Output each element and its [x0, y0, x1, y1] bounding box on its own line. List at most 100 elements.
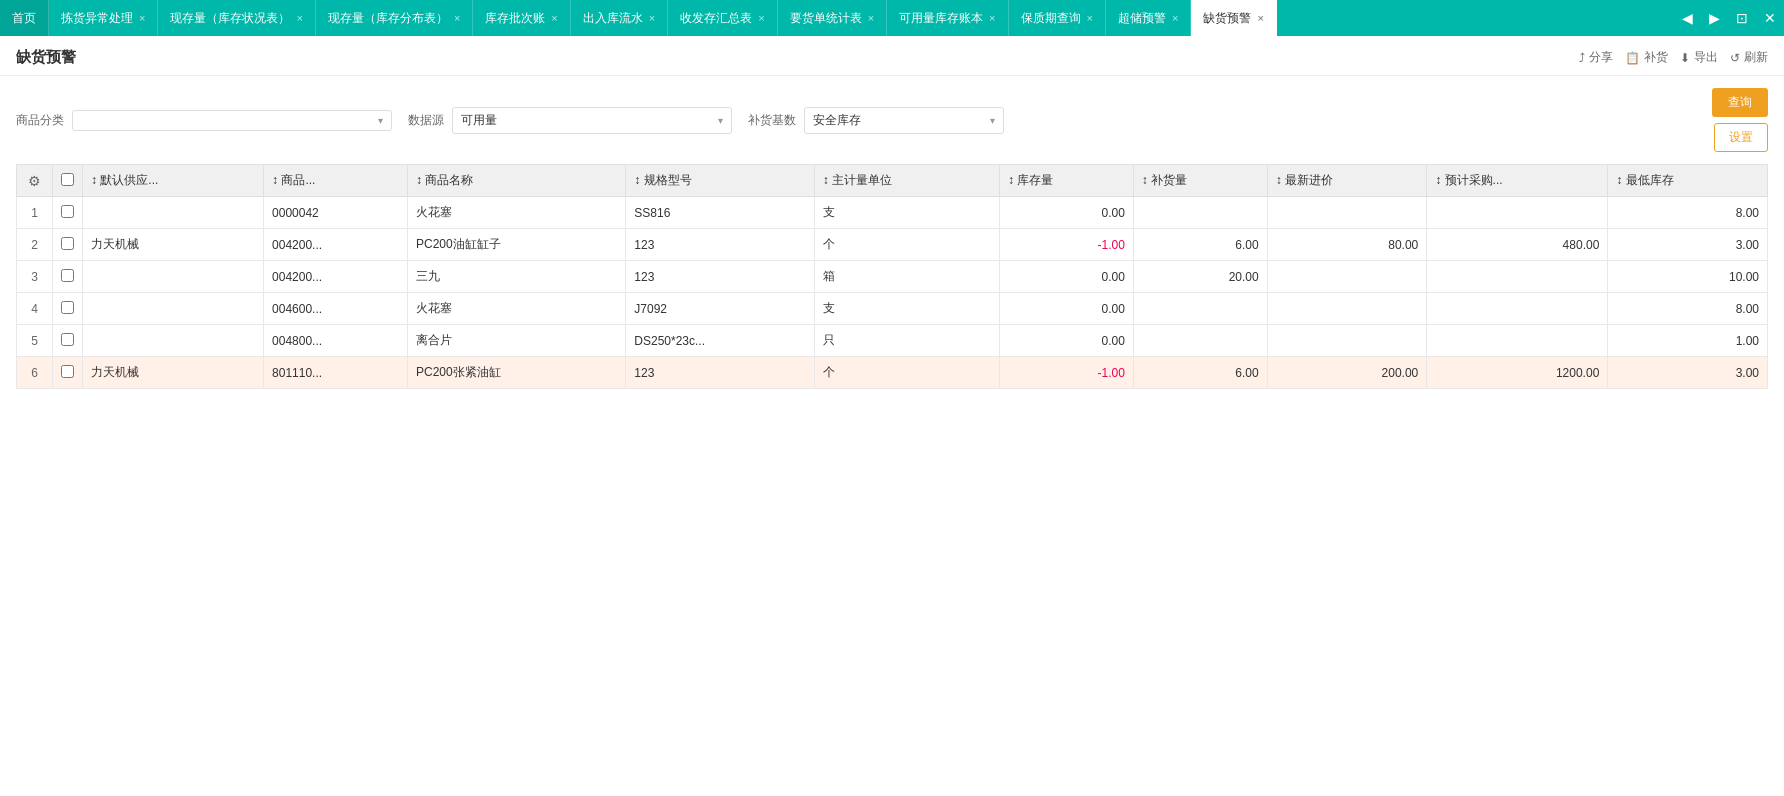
cell-stock: 0.00: [1000, 325, 1134, 357]
th-min-stock[interactable]: ↕ 最低库存: [1608, 165, 1768, 197]
cell-name: 三九: [408, 261, 626, 293]
cell-min-stock: 10.00: [1608, 261, 1768, 293]
datasource-select-value: 可用量: [461, 112, 714, 129]
close-icon[interactable]: ×: [868, 12, 874, 24]
cell-checkbox[interactable]: [53, 325, 83, 357]
tab-order-stats[interactable]: 要货单统计表 ×: [778, 0, 887, 36]
th-latest-price-label: ↕ 最新进价: [1276, 173, 1333, 187]
th-spec[interactable]: ↕ 规格型号: [626, 165, 814, 197]
settings-button[interactable]: 设置: [1714, 123, 1768, 152]
category-select[interactable]: ▾: [72, 110, 392, 131]
th-stock[interactable]: ↕ 库存量: [1000, 165, 1134, 197]
datasource-select[interactable]: 可用量 ▾: [452, 107, 732, 134]
cell-name: PC200张紧油缸: [408, 357, 626, 389]
replenish-base-select[interactable]: 安全库存 ▾: [804, 107, 1004, 134]
cell-replenish: [1133, 197, 1267, 229]
replenish-base-filter: 补货基数 安全库存 ▾: [748, 107, 1004, 134]
tab-overstock[interactable]: 超储预警 ×: [1106, 0, 1191, 36]
gear-icon[interactable]: ⚙: [28, 173, 41, 189]
th-replenish[interactable]: ↕ 补货量: [1133, 165, 1267, 197]
cell-stock: -1.00: [1000, 229, 1134, 261]
close-icon[interactable]: ×: [1172, 12, 1178, 24]
datasource-filter: 数据源 可用量 ▾: [408, 107, 732, 134]
tab-stock-status[interactable]: 现存量（库存状况表） ×: [158, 0, 315, 36]
replenish-base-label: 补货基数: [748, 112, 796, 129]
row-checkbox[interactable]: [61, 301, 74, 314]
close-icon[interactable]: ×: [296, 12, 302, 24]
th-latest-price[interactable]: ↕ 最新进价: [1267, 165, 1427, 197]
tab-pick-exception[interactable]: 拣货异常处理 ×: [49, 0, 158, 36]
cell-estimated: [1427, 293, 1608, 325]
th-unit-label: ↕ 主计量单位: [823, 173, 892, 187]
tab-home[interactable]: 首页: [0, 0, 49, 36]
replenish-button[interactable]: 📋 补货: [1625, 49, 1668, 66]
header-actions: ⤴ 分享 📋 补货 ⬇ 导出 ↺ 刷新: [1579, 49, 1768, 66]
tab-expiry-query[interactable]: 保质期查询 ×: [1009, 0, 1106, 36]
row-checkbox[interactable]: [61, 365, 74, 378]
row-checkbox[interactable]: [61, 205, 74, 218]
cell-checkbox[interactable]: [53, 261, 83, 293]
close-icon[interactable]: ×: [989, 12, 995, 24]
refresh-button[interactable]: ↺ 刷新: [1730, 49, 1768, 66]
cell-replenish: 20.00: [1133, 261, 1267, 293]
table-container: ⚙ ↕ 默认供应... ↕ 商品... ↕ 商品名称 ↕: [0, 164, 1784, 405]
cell-checkbox[interactable]: [53, 197, 83, 229]
row-checkbox[interactable]: [61, 333, 74, 346]
cell-checkbox[interactable]: [53, 229, 83, 261]
th-estimated[interactable]: ↕ 预计采购...: [1427, 165, 1608, 197]
share-button[interactable]: ⤴ 分享: [1579, 49, 1613, 66]
th-code[interactable]: ↕ 商品...: [264, 165, 408, 197]
refresh-icon: ↺: [1730, 51, 1740, 65]
close-icon[interactable]: ×: [649, 12, 655, 24]
th-name[interactable]: ↕ 商品名称: [408, 165, 626, 197]
th-gear[interactable]: ⚙: [17, 165, 53, 197]
nav-next-button[interactable]: ▶: [1701, 0, 1728, 36]
cell-unit: 只: [814, 325, 999, 357]
tab-receipt-summary-label: 收发存汇总表: [680, 10, 752, 27]
cell-latest-price: [1267, 197, 1427, 229]
th-checkbox[interactable]: [53, 165, 83, 197]
table-body: 1 0000042 火花塞 SS816 支 0.00 8.00 2 力天机械 0…: [17, 197, 1768, 389]
cell-supplier: 力天机械: [83, 357, 264, 389]
tab-inout-flow[interactable]: 出入库流水 ×: [571, 0, 668, 36]
share-icon: ⤴: [1579, 51, 1585, 65]
tab-stock-dist[interactable]: 现存量（库存分布表） ×: [316, 0, 473, 36]
th-supplier[interactable]: ↕ 默认供应...: [83, 165, 264, 197]
tab-shortage[interactable]: 缺货预警 ×: [1191, 0, 1276, 36]
table-row: 1 0000042 火花塞 SS816 支 0.00 8.00: [17, 197, 1768, 229]
th-unit[interactable]: ↕ 主计量单位: [814, 165, 999, 197]
close-icon[interactable]: ×: [758, 12, 764, 24]
close-icon[interactable]: ×: [1257, 12, 1263, 24]
cell-checkbox[interactable]: [53, 357, 83, 389]
cell-checkbox[interactable]: [53, 293, 83, 325]
close-icon[interactable]: ×: [454, 12, 460, 24]
query-button[interactable]: 查询: [1712, 88, 1768, 117]
select-all-checkbox[interactable]: [61, 173, 74, 186]
category-filter: 商品分类 ▾: [16, 110, 392, 131]
row-checkbox[interactable]: [61, 269, 74, 282]
row-checkbox[interactable]: [61, 237, 74, 250]
cell-supplier: [83, 197, 264, 229]
tab-receipt-summary[interactable]: 收发存汇总表 ×: [668, 0, 777, 36]
cell-latest-price: 200.00: [1267, 357, 1427, 389]
th-stock-label: ↕ 库存量: [1008, 173, 1053, 187]
nav-restore-button[interactable]: ⊡: [1728, 0, 1756, 36]
refresh-label: 刷新: [1744, 49, 1768, 66]
close-icon[interactable]: ×: [551, 12, 557, 24]
tab-available-ledger[interactable]: 可用量库存账本 ×: [887, 0, 1008, 36]
cell-min-stock: 8.00: [1608, 293, 1768, 325]
nav-prev-button[interactable]: ◀: [1674, 0, 1701, 36]
cell-spec: SS816: [626, 197, 814, 229]
tab-batch-ledger[interactable]: 库存批次账 ×: [473, 0, 570, 36]
cell-name: 离合片: [408, 325, 626, 357]
close-icon[interactable]: ×: [1087, 12, 1093, 24]
replenish-base-value: 安全库存: [813, 112, 986, 129]
cell-name: 火花塞: [408, 293, 626, 325]
th-replenish-label: ↕ 补货量: [1142, 173, 1187, 187]
page-title: 缺货预警: [16, 48, 76, 67]
cell-spec: DS250*23c...: [626, 325, 814, 357]
export-button[interactable]: ⬇ 导出: [1680, 49, 1718, 66]
nav-close-button[interactable]: ✕: [1756, 0, 1784, 36]
close-icon[interactable]: ×: [139, 12, 145, 24]
category-chevron-icon: ▾: [378, 115, 383, 126]
